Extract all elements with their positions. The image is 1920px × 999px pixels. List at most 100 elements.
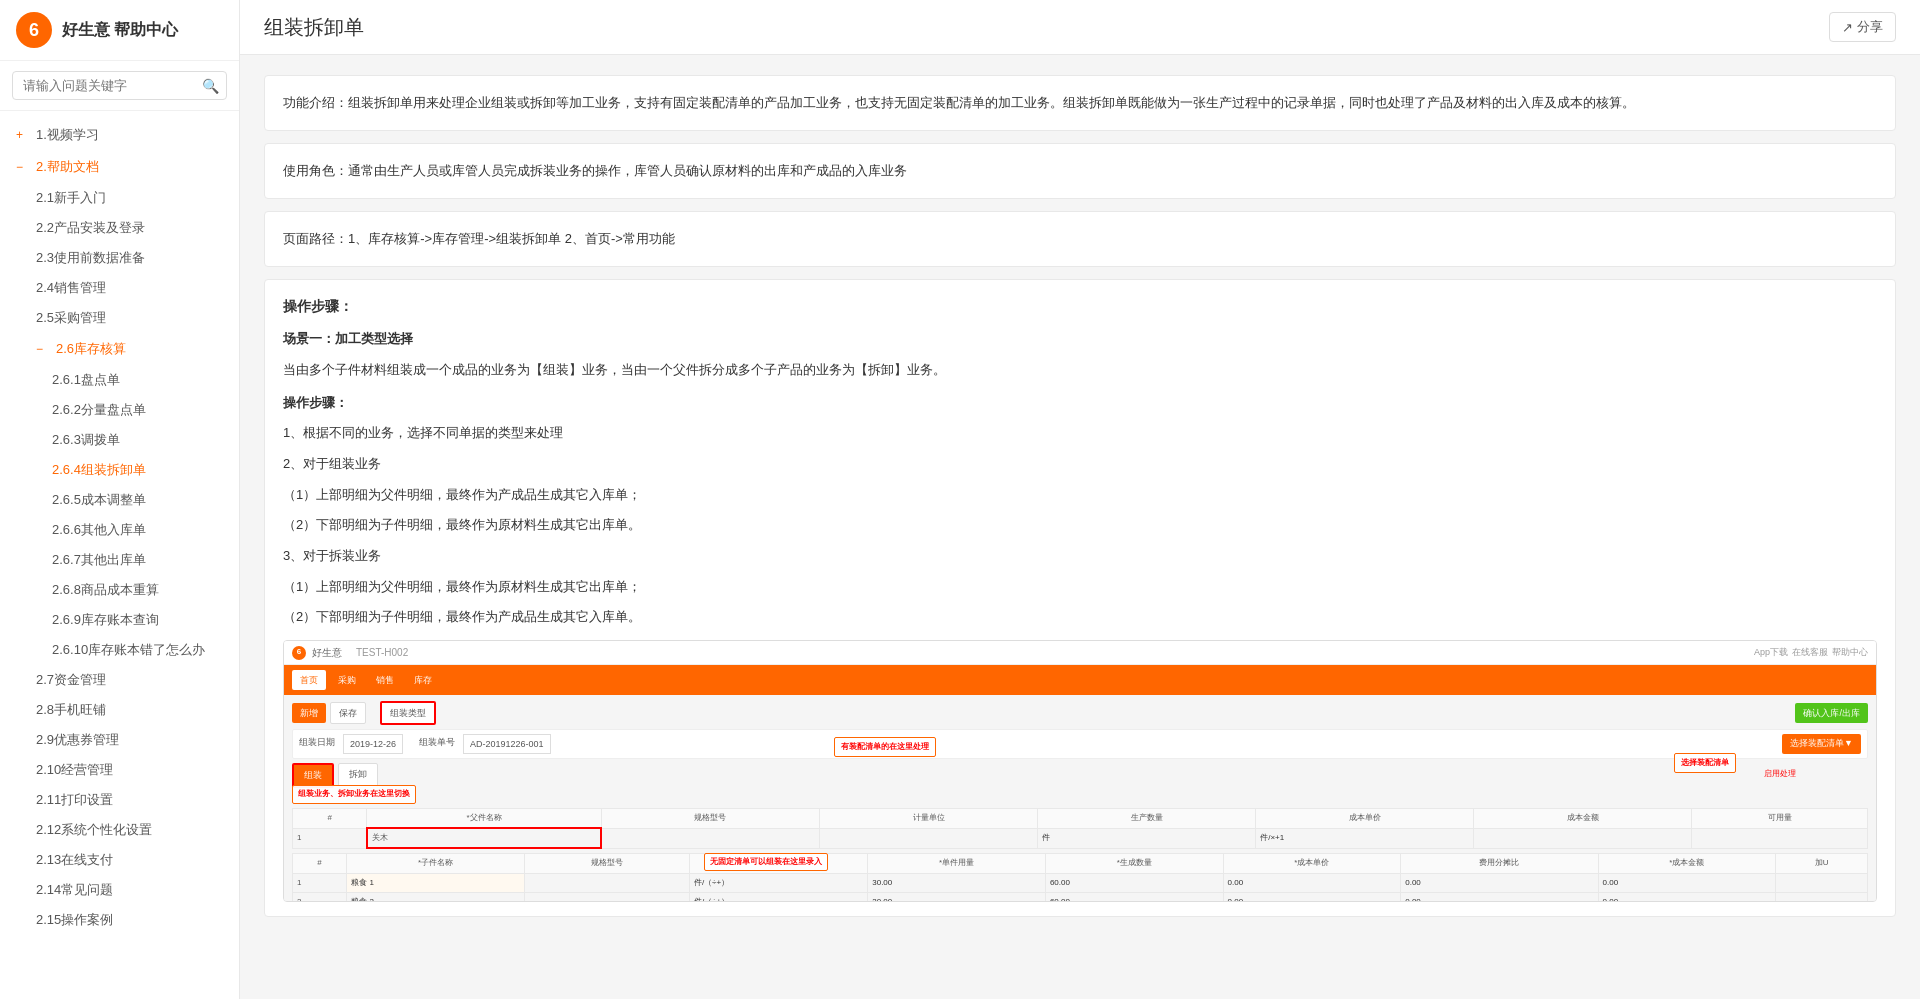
sidebar-item-2-6[interactable]: − 2.6库存核算 2.6.1盘点单 2.6.2分量盘点单 2.6.3调拨单 2… [0, 333, 239, 665]
intro-text-1: 功能介绍：组装拆卸单用来处理企业组装或拆卸等加工业务，支持有固定装配清单的产品加… [283, 95, 1635, 110]
sidebar-item-2-4[interactable]: 2.4销售管理 [0, 273, 239, 303]
ops-steps-title: 操作步骤： [283, 391, 1877, 416]
sidebar-item-2-6-10[interactable]: 2.6.10库存账本错了怎么办 [0, 635, 239, 665]
sidebar-item-2-1[interactable]: 2.1新手入门 [0, 183, 239, 213]
plus-icon: + [16, 128, 30, 142]
mock-new-btn: 新增 [292, 703, 326, 723]
sidebar-header: 6 好生意 帮助中心 [0, 0, 239, 61]
ltd2-2: 粮食 2 [347, 893, 525, 901]
sidebar-item-2-8[interactable]: 2.8手机旺铺 [0, 695, 239, 725]
step3-sub1: （1）上部明细为父件明细，最终作为原材料生成其它出库单； [283, 575, 1877, 600]
intro-block-1: 功能介绍：组装拆卸单用来处理企业组装或拆卸等加工业务，支持有固定装配清单的产品加… [264, 75, 1896, 131]
sidebar: 6 好生意 帮助中心 🔍 + 1.视频学习 − 2.帮助文档 2.1新手入门 2… [0, 0, 240, 999]
sidebar-item-2-5[interactable]: 2.5采购管理 [0, 303, 239, 333]
logo-text: 好生意 帮助中心 [62, 20, 178, 41]
sidebar-item-2-15[interactable]: 2.15操作案例 [0, 905, 239, 935]
sidebar-item-2-2[interactable]: 2.2产品安装及登录 [0, 213, 239, 243]
logo-icon: 6 [16, 12, 52, 48]
sidebar-item-2-10[interactable]: 2.10经营管理 [0, 755, 239, 785]
th-cost: 成本单价 [1256, 808, 1474, 828]
sidebar-item-2-6-3[interactable]: 2.6.3调拨单 [0, 425, 239, 455]
ltd2-9: 0.00 [1598, 893, 1776, 901]
sidebar-item-2-6-8[interactable]: 2.6.8商品成本重算 [0, 575, 239, 605]
intro-block-2: 使用角色：通常由生产人员或库管人员完成拆装业务的操作，库管人员确认原材料的出库和… [264, 143, 1896, 199]
sidebar-item-2-6-4[interactable]: 2.6.4组装拆卸单 [0, 455, 239, 485]
step2-sub2: （2）下部明细为子件明细，最终作为原材料生成其它出库单。 [283, 513, 1877, 538]
th-name: *父件名称 [367, 808, 602, 828]
mock-nav-purchase: 采购 [330, 670, 364, 690]
lth-9: *成本金额 [1598, 854, 1776, 873]
td-1-unit [820, 828, 1038, 848]
mock-confirm-btn: 确认入库/出库 [1795, 703, 1868, 723]
sidebar-item-2-6-label: 2.6库存核算 [56, 340, 126, 358]
mock-lower-table: # *子件名称 规格型号 *计量单位 *单件用量 *生成数量 *成本单价 费用分… [292, 853, 1868, 901]
ltd2-6: 60.00 [1045, 893, 1223, 901]
ltd-4: 件/（÷+） [689, 873, 867, 892]
mock-no-label: 组装单号 [419, 734, 455, 754]
sidebar-item-2-6-1[interactable]: 2.6.1盘点单 [0, 365, 239, 395]
screenshot-image: 6 好生意 TEST-H002 App下载 在线客服 帮助中心 首页 采购 [284, 641, 1876, 901]
mock-type-dropdown: 组装类型 [380, 701, 436, 725]
sidebar-item-2-7[interactable]: 2.7资金管理 [0, 665, 239, 695]
lth-7: *成本单价 [1223, 854, 1401, 873]
th-qty: 计量单位 [820, 808, 1038, 828]
docs-submenu: 2.1新手入门 2.2产品安装及登录 2.3使用前数据准备 2.4销售管理 2.… [0, 183, 239, 935]
mock-table-header: # *父件名称 规格型号 计量单位 生产数量 成本单价 成本金额 可用量 [293, 808, 1868, 828]
ltd-9: 0.00 [1598, 873, 1776, 892]
mock-version: TEST-H002 [356, 644, 408, 662]
screenshot-container: 6 好生意 TEST-H002 App下载 在线客服 帮助中心 首页 采购 [283, 640, 1877, 902]
sidebar-item-2-13[interactable]: 2.13在线支付 [0, 845, 239, 875]
mock-tab-assemble: 组装 [292, 763, 334, 787]
td-1-spec [601, 828, 819, 848]
th-count: 生产数量 [1038, 808, 1256, 828]
th-avail: 可用量 [1692, 808, 1868, 828]
sidebar-item-2-3[interactable]: 2.3使用前数据准备 [0, 243, 239, 273]
sidebar-item-video[interactable]: + 1.视频学习 [0, 119, 239, 151]
sidebar-item-2-6-7[interactable]: 2.6.7其他出库单 [0, 545, 239, 575]
ops-title: 操作步骤： [283, 294, 1877, 319]
mock-nav-stock: 库存 [406, 670, 440, 690]
mock-save-btn: 保存 [330, 702, 366, 724]
td-1-no: 1 [293, 828, 367, 848]
ltd2-8: 0.00 [1401, 893, 1598, 901]
sidebar-item-2-6-2[interactable]: 2.6.2分量盘点单 [0, 395, 239, 425]
sidebar-item-2-14[interactable]: 2.14常见问题 [0, 875, 239, 905]
intro-block-3: 页面路径：1、库存核算->库存管理->组装拆卸单 2、首页->常用功能 [264, 211, 1896, 267]
mock-topbar: 6 好生意 TEST-H002 App下载 在线客服 帮助中心 [284, 641, 1876, 665]
search-button[interactable]: 🔍 [202, 78, 219, 94]
mock-upper-table: # *父件名称 规格型号 计量单位 生产数量 成本单价 成本金额 可用量 [292, 808, 1868, 850]
mock-no-value: AD-20191226-001 [463, 734, 551, 754]
th-spec: 规格型号 [601, 808, 819, 828]
search-box[interactable]: 🔍 [0, 61, 239, 111]
mock-type-tabs: 组装 拆卸 组装业务、拆卸业务在这里切换 [292, 763, 1868, 787]
scene1-desc: 当由多个子件材料组装成一个成品的业务为【组装】业务，当由一个父件拆分成多个子产品… [283, 358, 1877, 383]
ltd2-4: 件/（÷+） [689, 893, 867, 901]
ltd-2: 粮食 1 [347, 873, 525, 892]
sidebar-item-2-6-5[interactable]: 2.6.5成本调整单 [0, 485, 239, 515]
mock-logo: 6 [292, 646, 306, 660]
lth-8: 费用分摊比 [1401, 854, 1598, 873]
mock-date-label: 组装日期 [299, 734, 335, 754]
mock-topbar-right: App下载 在线客服 帮助中心 [1754, 644, 1868, 660]
intro-text-2: 使用角色：通常由生产人员或库管人员完成拆装业务的操作，库管人员确认原材料的出库和… [283, 163, 907, 178]
search-input[interactable] [12, 71, 227, 100]
ltd-3 [524, 873, 689, 892]
sidebar-item-2-6-6[interactable]: 2.6.6其他入库单 [0, 515, 239, 545]
annotation-no-template: 无固定清单可以组装在这里录入 [704, 853, 828, 871]
sidebar-item-2-9[interactable]: 2.9优惠券管理 [0, 725, 239, 755]
sidebar-item-2-12[interactable]: 2.12系统个性化设置 [0, 815, 239, 845]
submenu-2-6: 2.6.1盘点单 2.6.2分量盘点单 2.6.3调拨单 2.6.4组装拆卸单 … [0, 365, 239, 665]
ltd-8: 0.00 [1401, 873, 1598, 892]
td-1-qty: 件 [1038, 828, 1256, 848]
share-button[interactable]: ↗ 分享 [1829, 12, 1896, 42]
main-header: 组装拆卸单 ↗ 分享 [240, 0, 1920, 55]
ltd2-5: 30.00 [868, 893, 1046, 901]
content-area: 功能介绍：组装拆卸单用来处理企业组装或拆卸等加工业务，支持有固定装配清单的产品加… [240, 55, 1920, 999]
sidebar-item-docs[interactable]: − 2.帮助文档 2.1新手入门 2.2产品安装及登录 2.3使用前数据准备 2… [0, 151, 239, 935]
lth-6: *生成数量 [1045, 854, 1223, 873]
mock-help-label: 在线客服 [1792, 644, 1828, 660]
sidebar-item-2-11[interactable]: 2.11打印设置 [0, 785, 239, 815]
sidebar-item-2-6-9[interactable]: 2.6.9库存账本查询 [0, 605, 239, 635]
lth-2: *子件名称 [347, 854, 525, 873]
mock-sub-table-area: # *子件名称 规格型号 *计量单位 *单件用量 *生成数量 *成本单价 费用分… [292, 853, 1868, 901]
